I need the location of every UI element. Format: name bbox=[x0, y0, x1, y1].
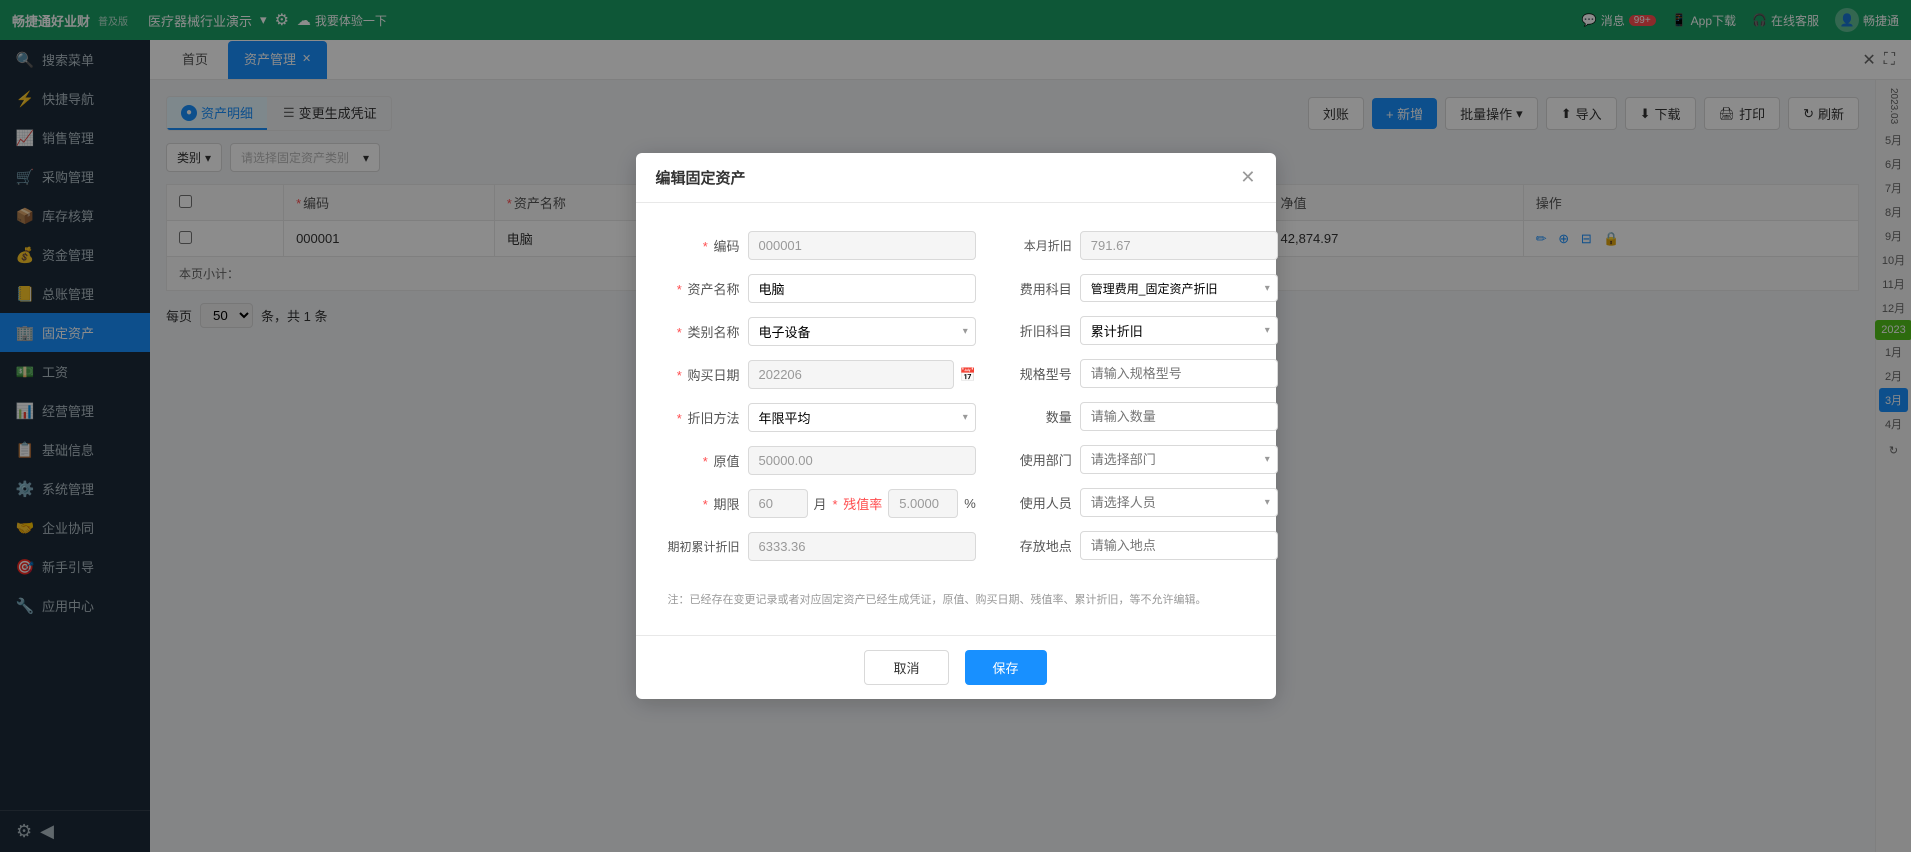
form-row-name: * 资产名称 bbox=[668, 274, 976, 303]
expense-subject-label: 费用科目 bbox=[1000, 279, 1080, 298]
expense-subject-select[interactable] bbox=[1080, 274, 1278, 302]
use-person-select[interactable] bbox=[1080, 488, 1278, 517]
form-row-purchase-date: * 购买日期 📅 bbox=[668, 360, 976, 389]
monthly-depreciation-input bbox=[1080, 231, 1278, 260]
spec-label: 规格型号 bbox=[1000, 364, 1080, 383]
modal-body: * 编码 * 资产名称 bbox=[636, 203, 1276, 635]
use-person-select-wrap: ▾ bbox=[1080, 488, 1278, 517]
form-left-col: * 编码 * 资产名称 bbox=[656, 223, 988, 583]
storage-input[interactable] bbox=[1080, 531, 1278, 560]
depreciation-subject-select-wrap: ▾ bbox=[1080, 316, 1278, 345]
form-row-expense-subject: 费用科目 ▾ bbox=[1000, 274, 1278, 302]
code-input[interactable] bbox=[748, 231, 976, 260]
period-input[interactable] bbox=[748, 489, 808, 518]
storage-label: 存放地点 bbox=[1000, 536, 1080, 555]
category-select[interactable] bbox=[748, 317, 976, 346]
edit-asset-modal: 编辑固定资产 ✕ * 编码 bbox=[636, 153, 1276, 699]
original-value-input[interactable] bbox=[748, 446, 976, 475]
save-button[interactable]: 保存 bbox=[965, 650, 1047, 685]
form-row-period: * 期限 月 * 残值率 % bbox=[668, 489, 976, 518]
modal-title: 编辑固定资产 bbox=[656, 167, 746, 188]
form-row-depreciation-subject: 折旧科目 ▾ bbox=[1000, 316, 1278, 345]
depreciation-subject-select[interactable] bbox=[1080, 316, 1278, 345]
spec-input[interactable] bbox=[1080, 359, 1278, 388]
form-row-category: * 类别名称 ▾ bbox=[668, 317, 976, 346]
monthly-depreciation-label: 本月折旧 bbox=[1000, 237, 1080, 254]
form-grid: * 编码 * 资产名称 bbox=[656, 223, 1256, 583]
initial-depreciation-input[interactable] bbox=[748, 532, 976, 561]
modal-overlay: 编辑固定资产 ✕ * 编码 bbox=[0, 0, 1911, 852]
original-value-label: * 原值 bbox=[668, 451, 748, 470]
period-group: 月 * 残值率 % bbox=[748, 489, 976, 518]
form-row-quantity: 数量 bbox=[1000, 402, 1278, 431]
modal-close-btn[interactable]: ✕ bbox=[1240, 167, 1255, 188]
residual-rate-input[interactable] bbox=[888, 489, 958, 518]
initial-depreciation-label: 期初累计折旧 bbox=[668, 538, 748, 555]
quantity-label: 数量 bbox=[1000, 407, 1080, 426]
purchase-date-input[interactable] bbox=[748, 360, 954, 389]
depreciation-method-select[interactable] bbox=[748, 403, 976, 432]
form-row-monthly-depreciation: 本月折旧 bbox=[1000, 231, 1278, 260]
depreciation-method-select-wrap: ▾ bbox=[748, 403, 976, 432]
use-dept-select-wrap: ▾ bbox=[1080, 445, 1278, 474]
form-row-initial-depreciation: 期初累计折旧 bbox=[668, 532, 976, 561]
depreciation-method-label: * 折旧方法 bbox=[668, 408, 748, 427]
residual-rate-unit: % bbox=[964, 496, 976, 511]
form-row-use-dept: 使用部门 ▾ bbox=[1000, 445, 1278, 474]
form-right-col: 本月折旧 费用科目 ▾ bbox=[988, 223, 1290, 583]
form-row-depreciation-method: * 折旧方法 ▾ bbox=[668, 403, 976, 432]
use-dept-label: 使用部门 bbox=[1000, 450, 1080, 469]
category-select-wrap: ▾ bbox=[748, 317, 976, 346]
use-dept-select[interactable] bbox=[1080, 445, 1278, 474]
purchase-date-label: * 购买日期 bbox=[668, 365, 748, 384]
period-unit: 月 bbox=[814, 494, 827, 513]
depreciation-subject-label: 折旧科目 bbox=[1000, 321, 1080, 340]
form-row-code: * 编码 bbox=[668, 231, 976, 260]
calendar-icon[interactable]: 📅 bbox=[960, 367, 976, 383]
use-person-label: 使用人员 bbox=[1000, 493, 1080, 512]
residual-rate-label: * 残值率 bbox=[833, 494, 883, 513]
period-label: * 期限 bbox=[668, 494, 748, 513]
modal-note: 注：已经存在变更记录或者对应固定资产已经生成凭证，原值、购买日期、残值率、累计折… bbox=[656, 583, 1256, 615]
form-row-storage: 存放地点 bbox=[1000, 531, 1278, 560]
form-row-spec: 规格型号 bbox=[1000, 359, 1278, 388]
quantity-input[interactable] bbox=[1080, 402, 1278, 431]
form-row-use-person: 使用人员 ▾ bbox=[1000, 488, 1278, 517]
form-row-original-value: * 原值 bbox=[668, 446, 976, 475]
cancel-button[interactable]: 取消 bbox=[864, 650, 948, 685]
name-input[interactable] bbox=[748, 274, 976, 303]
modal-footer: 取消 保存 bbox=[636, 635, 1276, 699]
purchase-date-group: 📅 bbox=[748, 360, 976, 389]
modal-header: 编辑固定资产 ✕ bbox=[636, 153, 1276, 203]
expense-subject-select-wrap: ▾ bbox=[1080, 274, 1278, 302]
name-label: * 资产名称 bbox=[668, 279, 748, 298]
code-label: * 编码 bbox=[668, 236, 748, 255]
category-label: * 类别名称 bbox=[668, 322, 748, 341]
